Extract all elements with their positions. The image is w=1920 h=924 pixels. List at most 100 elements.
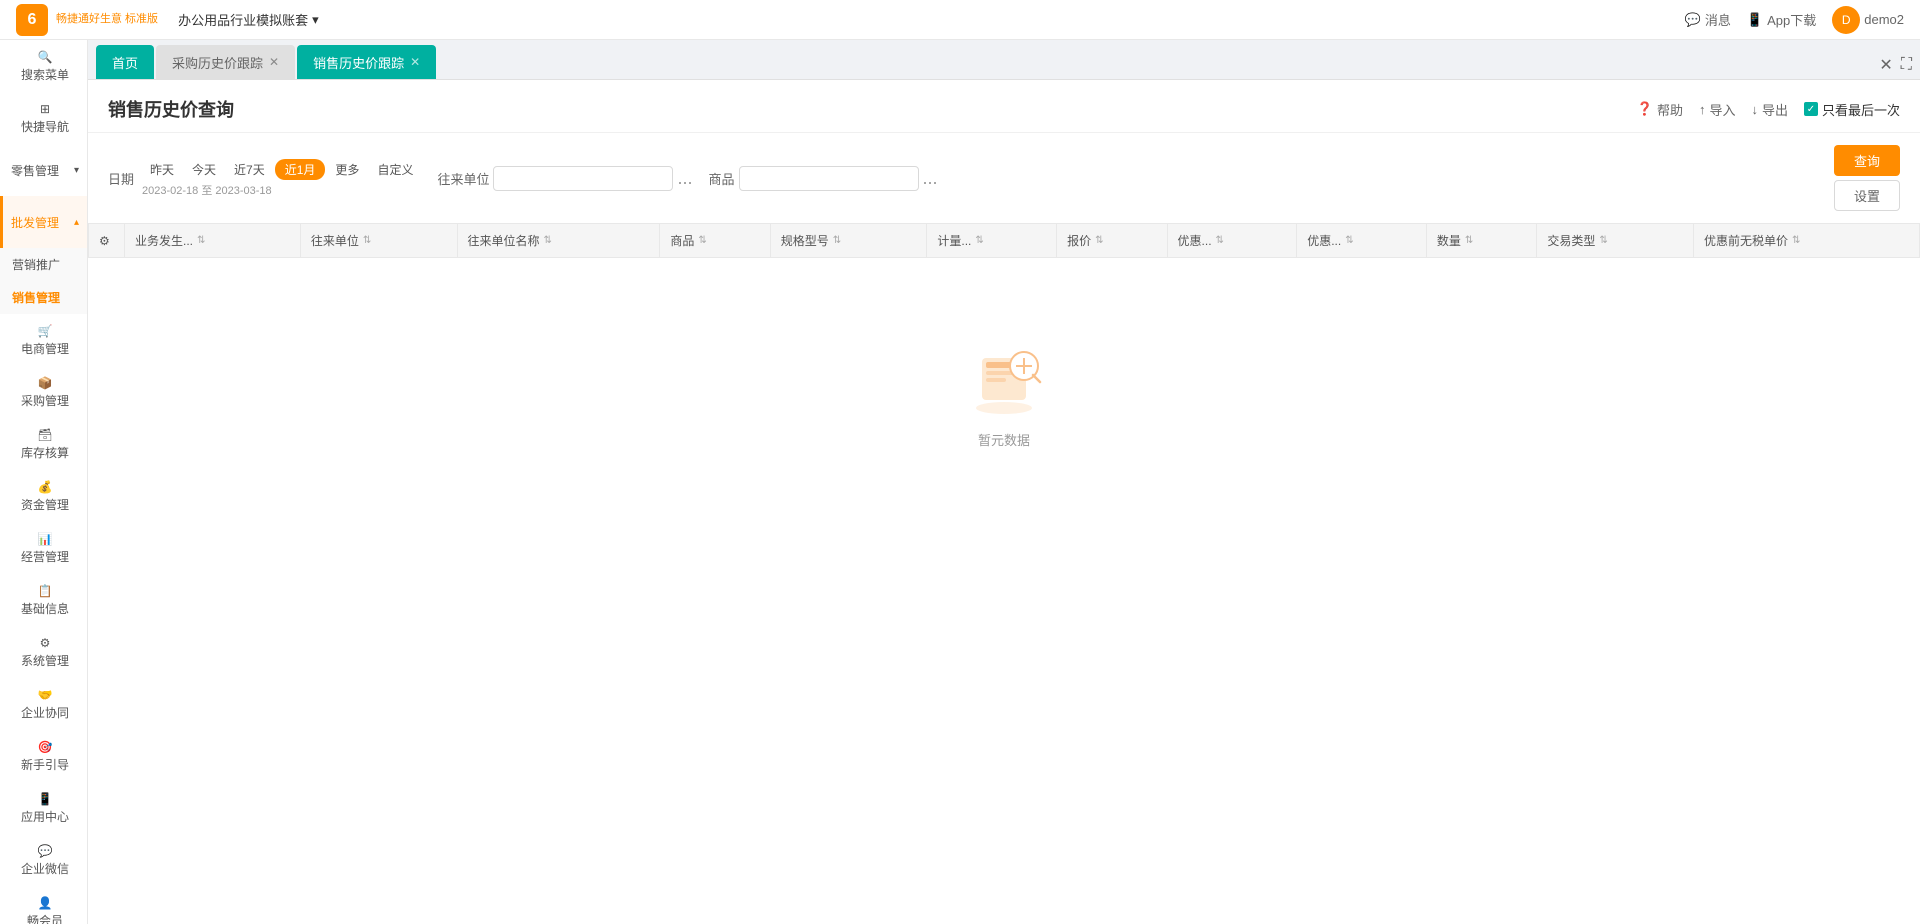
col-pretax-price-label: 优惠前无税单价 <box>1704 232 1788 249</box>
column-settings-icon[interactable]: ⚙ <box>99 234 110 248</box>
sidebar-label-wechat: 企业微信 <box>21 860 69 877</box>
date-btn-custom[interactable]: 自定义 <box>369 159 421 180</box>
col-discount1[interactable]: 优惠... ⇅ <box>1167 224 1297 258</box>
message-button[interactable]: 💬 消息 <box>1685 10 1731 29</box>
export-label: 导出 <box>1762 100 1788 119</box>
sidebar-item-wechat[interactable]: 💬 企业微信 <box>0 834 87 886</box>
page-title: 销售历史价查询 <box>108 96 234 122</box>
sidebar-item-newbie[interactable]: 🎯 新手引导 <box>0 730 87 782</box>
sidebar-item-basic[interactable]: 📋 基础信息 <box>0 574 87 626</box>
sidebar-label-quick-nav: 快捷导航 <box>21 118 69 135</box>
account-selector[interactable]: 办公用品行业模拟账套 ▾ <box>178 10 319 29</box>
sidebar-label-operations: 经营管理 <box>21 548 69 565</box>
col-pretax-price[interactable]: 优惠前无税单价 ⇅ <box>1693 224 1919 258</box>
sidebar-label-marketing: 营销推广 <box>12 258 60 272</box>
settings-button[interactable]: 设置 <box>1834 180 1900 211</box>
partner-input[interactable] <box>493 166 673 191</box>
sidebar-item-member[interactable]: 👤 畅会员 <box>0 886 87 924</box>
col-quantity[interactable]: 数量 ⇅ <box>1426 224 1536 258</box>
tab-purchase-close-icon[interactable]: ✕ <box>269 55 279 69</box>
sidebar-item-ecommerce[interactable]: 🛒 电商管理 <box>0 314 87 366</box>
view-last-label: 只看最后一次 <box>1822 100 1900 119</box>
col-goods[interactable]: 商品 ⇅ <box>660 224 770 258</box>
sidebar-label-finance: 资金管理 <box>21 496 69 513</box>
tab-home[interactable]: 首页 <box>96 45 154 79</box>
purchase-icon: 📦 <box>38 376 53 390</box>
sidebar-sub-item-sales[interactable]: 销售管理 <box>0 281 87 314</box>
date-btn-1month[interactable]: 近1月 <box>275 159 326 180</box>
sidebar-label-search: 搜索菜单 <box>21 66 69 83</box>
export-button[interactable]: ↓ 导出 <box>1751 100 1788 119</box>
sort-icon-trade-type: ⇅ <box>1599 235 1607 246</box>
col-discount2[interactable]: 优惠... ⇅ <box>1297 224 1427 258</box>
empty-text: 暂元数据 <box>978 430 1030 449</box>
app-download-button[interactable]: 📱 App下载 <box>1747 10 1816 29</box>
chevron-down-icon: ▾ <box>74 165 79 176</box>
sidebar-item-apps[interactable]: 📱 应用中心 <box>0 782 87 834</box>
help-label: 帮助 <box>1657 100 1683 119</box>
dropdown-arrow-icon: ▾ <box>312 12 319 28</box>
view-last-checkbox[interactable]: ✓ <box>1804 102 1818 116</box>
partner-filter-group: 往来单位 ... <box>437 166 692 191</box>
sidebar-sub-item-marketing[interactable]: 营销推广 <box>0 248 87 281</box>
col-partner-code[interactable]: 往来单位 ⇅ <box>300 224 457 258</box>
query-button[interactable]: 查询 <box>1834 145 1900 176</box>
partner-label: 往来单位 <box>437 169 489 188</box>
goods-dots-button[interactable]: ... <box>923 169 938 187</box>
sidebar-item-purchase[interactable]: 📦 采购管理 <box>0 366 87 418</box>
goods-input[interactable] <box>739 166 919 191</box>
data-table: ⚙ 业务发生... ⇅ 往来单位 <box>88 223 1920 258</box>
sidebar-label-inventory: 库存核算 <box>21 444 69 461</box>
inventory-icon: 🗃 <box>37 428 52 442</box>
date-btn-more[interactable]: 更多 <box>327 159 367 180</box>
sidebar-label-member: 畅会员 <box>27 912 63 924</box>
logo-area: 6 畅捷通好生意 标准版 <box>16 4 158 36</box>
col-spec[interactable]: 规格型号 ⇅ <box>770 224 927 258</box>
sidebar-label-system: 系统管理 <box>21 652 69 669</box>
close-tab-icon[interactable]: ✕ <box>1879 55 1892 75</box>
tab-sales-history[interactable]: 销售历史价跟踪 ✕ <box>297 45 436 79</box>
query-actions: 查询 设置 <box>1834 145 1900 211</box>
col-trade-type-label: 交易类型 <box>1547 232 1595 249</box>
newbie-icon: 🎯 <box>38 740 53 754</box>
sidebar-item-enterprise[interactable]: 🤝 企业协同 <box>0 678 87 730</box>
sidebar-item-inventory[interactable]: 🗃 库存核算 <box>0 418 87 470</box>
date-btn-today[interactable]: 今天 <box>184 159 224 180</box>
sidebar-item-quick-nav[interactable]: ⊞ 快捷导航 <box>0 92 87 144</box>
col-quote[interactable]: 报价 ⇅ <box>1057 224 1167 258</box>
sidebar-item-search[interactable]: 🔍 搜索菜单 <box>0 40 87 92</box>
page-actions: ❓ 帮助 ↑ 导入 ↓ 导出 ✓ 只看最后一次 <box>1637 100 1900 119</box>
partner-dots-button[interactable]: ... <box>677 169 692 187</box>
tab-sales-close-icon[interactable]: ✕ <box>410 55 420 69</box>
main-layout: 🔍 搜索菜单 ⊞ 快捷导航 零售管理 ▾ 批发管理 ▴ 营销推广 销售管理 🛒 … <box>0 40 1920 924</box>
sort-icon-quote: ⇅ <box>1095 235 1103 246</box>
goods-label: 商品 <box>708 169 734 188</box>
user-name: demo2 <box>1864 12 1904 27</box>
col-unit-label: 计量... <box>937 232 971 249</box>
sidebar-label-newbie: 新手引导 <box>21 756 69 773</box>
date-btn-7days[interactable]: 近7天 <box>226 159 273 180</box>
sidebar-label-ecommerce: 电商管理 <box>21 340 69 357</box>
sidebar-item-finance[interactable]: 💰 资金管理 <box>0 470 87 522</box>
col-partner-name[interactable]: 往来单位名称 ⇅ <box>457 224 660 258</box>
sidebar-item-system[interactable]: ⚙ 系统管理 <box>0 626 87 678</box>
col-unit[interactable]: 计量... ⇅ <box>927 224 1057 258</box>
sidebar-label-sales: 销售管理 <box>12 291 60 305</box>
sidebar-item-retail[interactable]: 零售管理 ▾ <box>0 144 87 196</box>
col-partner-name-label: 往来单位名称 <box>468 232 540 249</box>
view-last-checkbox-area[interactable]: ✓ 只看最后一次 <box>1804 100 1900 119</box>
col-biz-date[interactable]: 业务发生... ⇅ <box>125 224 301 258</box>
help-button[interactable]: ❓ 帮助 <box>1637 100 1683 119</box>
import-button[interactable]: ↑ 导入 <box>1699 100 1736 119</box>
col-trade-type[interactable]: 交易类型 ⇅ <box>1537 224 1694 258</box>
empty-illustration <box>964 338 1044 418</box>
col-discount2-label: 优惠... <box>1307 232 1341 249</box>
maximize-icon[interactable]: ⛶ <box>1901 56 1912 74</box>
basic-icon: 📋 <box>38 584 53 598</box>
sidebar-item-operations[interactable]: 📊 经营管理 <box>0 522 87 574</box>
sidebar: 🔍 搜索菜单 ⊞ 快捷导航 零售管理 ▾ 批发管理 ▴ 营销推广 销售管理 🛒 … <box>0 40 88 924</box>
date-btn-yesterday[interactable]: 昨天 <box>142 159 182 180</box>
user-profile[interactable]: D demo2 <box>1832 6 1904 34</box>
tab-purchase-history[interactable]: 采购历史价跟踪 ✕ <box>156 45 295 79</box>
sidebar-item-wholesale[interactable]: 批发管理 ▴ <box>0 196 87 248</box>
